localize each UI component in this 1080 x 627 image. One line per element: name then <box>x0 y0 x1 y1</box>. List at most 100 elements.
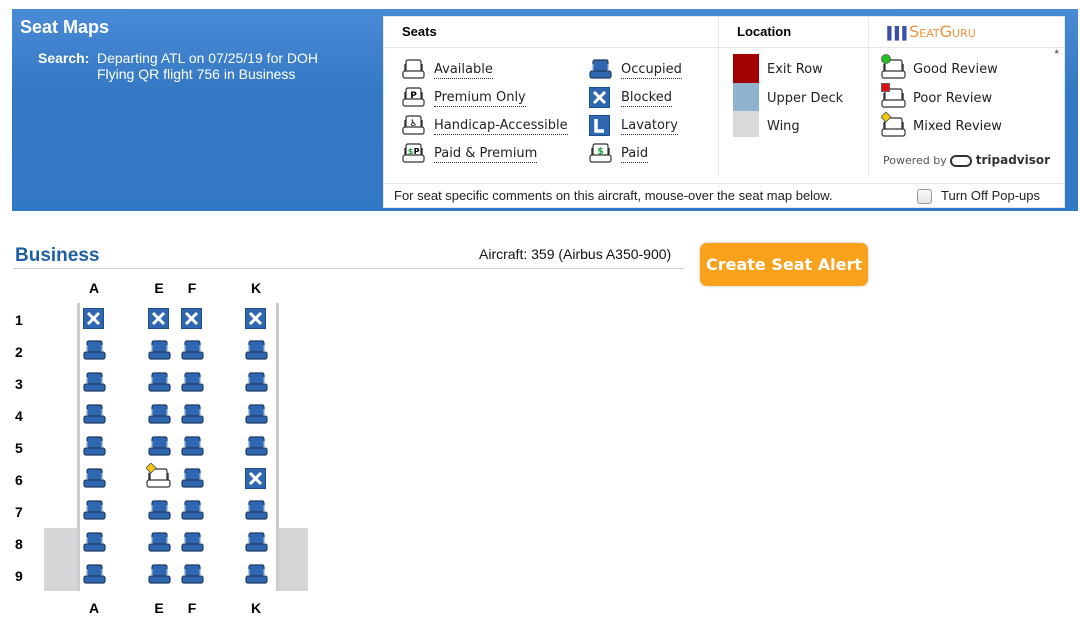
row-label: 4 <box>15 408 23 424</box>
powered-by-tripadvisor[interactable]: Powered by tripadvisor <box>883 153 1050 167</box>
legend-divider <box>384 183 1064 184</box>
seat-4K-occupied[interactable] <box>245 404 268 425</box>
svg-text:P: P <box>410 91 417 101</box>
turn-off-popups-label[interactable]: Turn Off Pop-ups <box>941 188 1040 203</box>
mixed-review-icon <box>880 111 907 143</box>
column-label-top: F <box>187 280 197 296</box>
seat-3A-occupied[interactable] <box>83 372 106 393</box>
row-label: 5 <box>15 440 23 456</box>
location-label: Upper Deck <box>767 90 844 106</box>
column-label-bottom: E <box>154 600 164 616</box>
seat-7A-occupied[interactable] <box>83 500 106 521</box>
seat-7E-occupied[interactable] <box>148 500 171 521</box>
seat-3E-occupied[interactable] <box>148 372 171 393</box>
paid-seat-icon: $ <box>589 143 612 163</box>
location-swatch-upper-deck <box>733 82 759 112</box>
handicap-seat-icon: ♿ <box>402 115 425 135</box>
svg-text:P: P <box>414 147 420 156</box>
seat-9F-occupied[interactable] <box>181 564 204 585</box>
occupied-seat-icon <box>589 59 612 79</box>
search-label: Search: <box>38 50 90 66</box>
seat-7F-occupied[interactable] <box>181 500 204 521</box>
seat-5K-occupied[interactable] <box>245 436 268 457</box>
svg-text:$: $ <box>597 147 603 157</box>
legend-item-label: Premium Only <box>434 90 526 107</box>
column-label-bottom: A <box>88 600 100 616</box>
cabin-title: Business <box>15 245 100 266</box>
legend-item-label: Blocked <box>621 90 672 107</box>
location-swatch-wing <box>733 111 759 137</box>
column-label-bottom: F <box>187 600 197 616</box>
seat-2K-occupied[interactable] <box>245 340 268 361</box>
seat-3F-occupied[interactable] <box>181 372 204 393</box>
good-review-icon <box>881 54 907 85</box>
legend-item-premium-only[interactable]: Premium Only <box>434 90 526 107</box>
legend-item-blocked[interactable]: Blocked <box>621 90 672 107</box>
legend-item-handicap-accessible[interactable]: Handicap-Accessible <box>434 118 568 135</box>
poor-review-icon <box>881 83 907 114</box>
paid-premium-seat-icon: $ P <box>402 143 425 163</box>
column-label-top: A <box>88 280 100 296</box>
seat-4F-occupied[interactable] <box>181 404 204 425</box>
seat-2F-occupied[interactable] <box>181 340 204 361</box>
available-seat-icon <box>402 59 425 79</box>
column-label-bottom: K <box>250 600 262 616</box>
legend-item-lavatory[interactable]: Lavatory <box>621 118 678 135</box>
turn-off-popups-checkbox[interactable] <box>917 189 932 204</box>
row-label: 6 <box>15 472 23 488</box>
legend-location-heading: Location <box>719 17 868 48</box>
seat-6A-occupied[interactable] <box>83 468 106 489</box>
seat-5F-occupied[interactable] <box>181 436 204 457</box>
blocked-seat-icon <box>589 87 611 108</box>
seat-8F-occupied[interactable] <box>181 532 204 553</box>
seat-5E-occupied[interactable] <box>148 436 171 457</box>
seat-5A-occupied[interactable] <box>83 436 106 457</box>
search-line-1: Departing ATL on 07/25/19 for DOH <box>97 50 319 66</box>
row-label: 8 <box>15 536 23 552</box>
aircraft-info: Aircraft: 359 (Airbus A350-900) <box>479 246 672 262</box>
seat-3K-occupied[interactable] <box>245 372 268 393</box>
seatguru-logo[interactable]: ▐▐▐ SeatGuru <box>869 17 1063 48</box>
powered-by-label: Powered by <box>883 154 947 167</box>
legend-item-label: Lavatory <box>621 118 678 135</box>
tripadvisor-owl-icon <box>950 155 973 167</box>
seat-8E-occupied[interactable] <box>148 532 171 553</box>
seat-6K-blocked[interactable] <box>245 468 268 489</box>
create-seat-alert-button[interactable]: Create Seat Alert <box>700 243 868 286</box>
legend-item-label: Available <box>434 62 493 79</box>
seat-4E-occupied[interactable] <box>148 404 171 425</box>
seat-9E-occupied[interactable] <box>148 564 171 585</box>
legend-item-paid-premium[interactable]: Paid & Premium <box>434 146 538 163</box>
seat-2A-occupied[interactable] <box>83 340 106 361</box>
seat-1E-blocked[interactable] <box>148 308 171 329</box>
left-wing <box>44 528 77 591</box>
seat-9K-occupied[interactable] <box>245 564 268 585</box>
search-summary: Departing ATL on 07/25/19 for DOH Flying… <box>97 50 318 82</box>
seat-9A-occupied[interactable] <box>83 564 106 585</box>
legend-item-occupied[interactable]: Occupied <box>621 62 682 79</box>
seat-8A-occupied[interactable] <box>83 532 106 553</box>
seat-1F-blocked[interactable] <box>181 308 204 329</box>
lavatory-icon <box>589 115 611 136</box>
legend-item-available[interactable]: Available <box>434 62 493 79</box>
legend-location-column: Location Exit Row Upper Deck Wing <box>719 17 869 177</box>
seat-2E-occupied[interactable] <box>148 340 171 361</box>
search-line-2: Flying QR flight 756 in Business <box>97 66 296 82</box>
seat-1K-blocked[interactable] <box>245 308 268 329</box>
asterisk: * <box>1054 47 1059 61</box>
seat-4A-occupied[interactable] <box>83 404 106 425</box>
seat-7K-occupied[interactable] <box>245 500 268 521</box>
seat-6E-available-mixed[interactable] <box>145 462 171 488</box>
seat-8K-occupied[interactable] <box>245 532 268 553</box>
legend-item-label: Handicap-Accessible <box>434 118 568 135</box>
legend-seats-heading: Seats <box>384 17 718 48</box>
row-label: 7 <box>15 504 23 520</box>
seat-1A-blocked[interactable] <box>83 308 106 329</box>
location-label: Exit Row <box>767 62 823 77</box>
legend-item-paid[interactable]: Paid <box>621 146 649 163</box>
seat-6F-occupied[interactable] <box>181 468 204 489</box>
legend-item-label: Occupied <box>621 62 682 79</box>
right-wing <box>276 528 308 591</box>
seatguru-seats-icon: ▐▐▐ <box>883 26 906 40</box>
premium-seat-icon: P <box>402 87 425 107</box>
